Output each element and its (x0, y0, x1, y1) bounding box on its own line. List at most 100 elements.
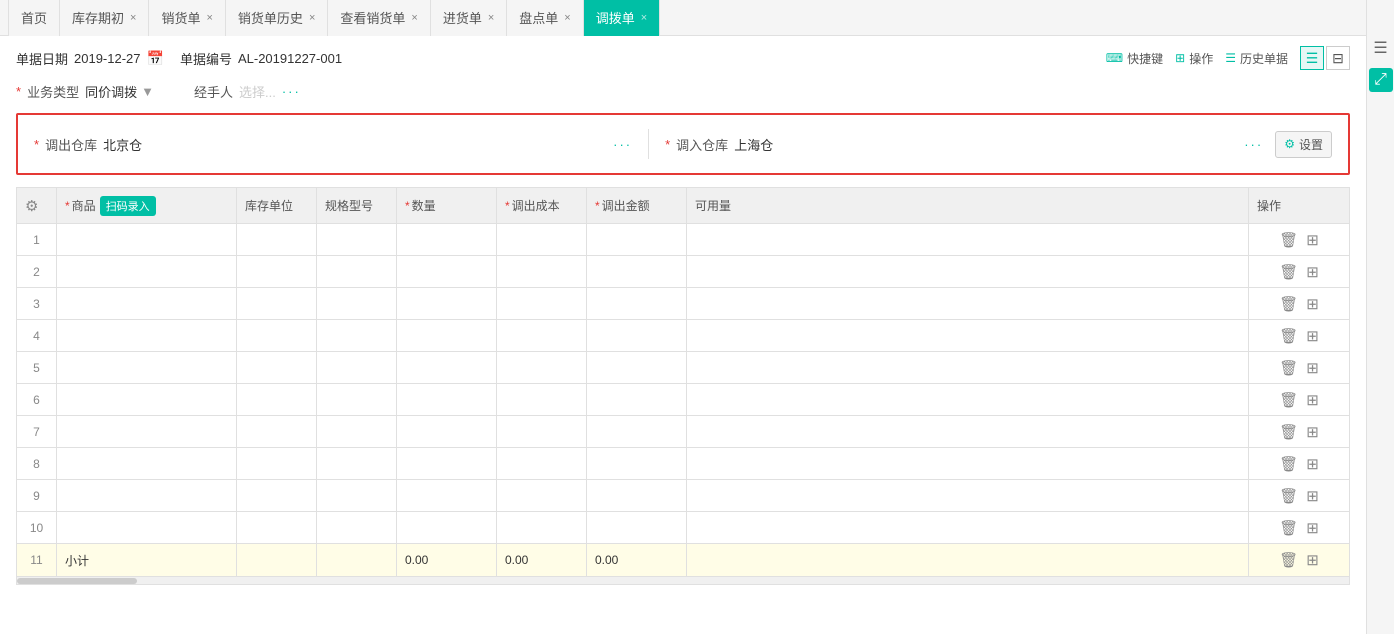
layout-btn-grid[interactable]: ⊟ (1326, 46, 1350, 70)
copy-icon[interactable]: ⊞ (1306, 487, 1319, 505)
biz-type-select[interactable]: 同价调拨 ▼ (85, 82, 154, 101)
row-3-cost[interactable] (497, 288, 587, 319)
handler-input[interactable]: 选择... (239, 82, 276, 101)
row-11-available[interactable] (687, 544, 1249, 576)
row-7-spec[interactable] (317, 416, 397, 447)
copy-icon[interactable]: ⊞ (1306, 231, 1319, 249)
row-5-amount[interactable] (587, 352, 687, 383)
row-4-spec[interactable] (317, 320, 397, 351)
tab-inventory-count-close[interactable]: × (564, 12, 570, 24)
handler-more-btn[interactable]: ··· (282, 84, 301, 99)
row-5-product[interactable] (57, 352, 237, 383)
row-8-quantity[interactable] (397, 448, 497, 479)
row-7-unit[interactable] (237, 416, 317, 447)
row-8-amount[interactable] (587, 448, 687, 479)
row-7-product[interactable] (57, 416, 237, 447)
delete-icon[interactable]: 🗑 (1279, 551, 1298, 569)
tab-view-sales[interactable]: 查看销货单 × (328, 0, 430, 36)
row-4-product[interactable] (57, 320, 237, 351)
row-9-quantity[interactable] (397, 480, 497, 511)
row-10-available[interactable] (687, 512, 1249, 543)
row-6-available[interactable] (687, 384, 1249, 415)
row-1-cost[interactable] (497, 224, 587, 255)
settings-button[interactable]: ⚙ 设置 (1275, 131, 1332, 158)
tab-sales-history-close[interactable]: × (309, 12, 315, 24)
row-7-cost[interactable] (497, 416, 587, 447)
ops-action[interactable]: ⊞ 操作 (1175, 50, 1213, 67)
delete-icon[interactable]: 🗑 (1279, 455, 1298, 473)
table-gear-icon[interactable]: ⚙ (25, 197, 38, 215)
row-6-quantity[interactable] (397, 384, 497, 415)
tab-inventory-init[interactable]: 库存期初 × (60, 0, 149, 36)
sidebar-expand-icon[interactable]: ⤢ (1369, 68, 1393, 92)
copy-icon[interactable]: ⊞ (1306, 327, 1319, 345)
row-9-unit[interactable] (237, 480, 317, 511)
delete-icon[interactable]: 🗑 (1279, 423, 1298, 441)
row-4-available[interactable] (687, 320, 1249, 351)
row-3-available[interactable] (687, 288, 1249, 319)
row-1-amount[interactable] (587, 224, 687, 255)
delete-icon[interactable]: 🗑 (1279, 487, 1298, 505)
row-4-unit[interactable] (237, 320, 317, 351)
row-11-unit[interactable] (237, 544, 317, 576)
delete-icon[interactable]: 🗑 (1279, 359, 1298, 377)
row-4-amount[interactable] (587, 320, 687, 351)
row-1-spec[interactable] (317, 224, 397, 255)
tab-inventory-init-close[interactable]: × (130, 12, 136, 24)
row-5-quantity[interactable] (397, 352, 497, 383)
row-7-available[interactable] (687, 416, 1249, 447)
delete-icon[interactable]: 🗑 (1279, 327, 1298, 345)
row-3-quantity[interactable] (397, 288, 497, 319)
row-10-cost[interactable] (497, 512, 587, 543)
row-10-spec[interactable] (317, 512, 397, 543)
copy-icon[interactable]: ⊞ (1306, 359, 1319, 377)
row-5-spec[interactable] (317, 352, 397, 383)
row-10-unit[interactable] (237, 512, 317, 543)
shortcuts-action[interactable]: ⌨ 快捷键 (1106, 50, 1163, 67)
copy-icon[interactable]: ⊞ (1306, 551, 1319, 569)
tab-purchase-order-close[interactable]: × (488, 12, 494, 24)
in-warehouse-more-btn[interactable]: ··· (1244, 137, 1263, 152)
scan-button[interactable]: 扫码录入 (100, 196, 156, 216)
row-6-unit[interactable] (237, 384, 317, 415)
row-1-product[interactable] (57, 224, 237, 255)
history-action[interactable]: ☰ 历史单据 (1225, 50, 1288, 67)
calendar-icon[interactable]: 📅 (147, 50, 164, 67)
row-8-unit[interactable] (237, 448, 317, 479)
delete-icon[interactable]: 🗑 (1279, 391, 1298, 409)
copy-icon[interactable]: ⊞ (1306, 455, 1319, 473)
tab-view-sales-close[interactable]: × (411, 12, 417, 24)
delete-icon[interactable]: 🗑 (1279, 519, 1298, 537)
row-3-product[interactable] (57, 288, 237, 319)
row-4-cost[interactable] (497, 320, 587, 351)
row-10-product[interactable] (57, 512, 237, 543)
tab-transfer-order-close[interactable]: × (641, 12, 647, 24)
delete-icon[interactable]: 🗑 (1279, 231, 1298, 249)
tab-sales-order[interactable]: 销货单 × (149, 0, 225, 36)
row-2-spec[interactable] (317, 256, 397, 287)
tab-home[interactable]: 首页 (8, 0, 60, 36)
row-8-cost[interactable] (497, 448, 587, 479)
copy-icon[interactable]: ⊞ (1306, 263, 1319, 281)
row-6-spec[interactable] (317, 384, 397, 415)
out-warehouse-more-btn[interactable]: ··· (613, 137, 632, 152)
row-5-unit[interactable] (237, 352, 317, 383)
row-4-quantity[interactable] (397, 320, 497, 351)
row-11-spec[interactable] (317, 544, 397, 576)
row-3-spec[interactable] (317, 288, 397, 319)
row-2-unit[interactable] (237, 256, 317, 287)
row-1-unit[interactable] (237, 224, 317, 255)
row-9-product[interactable] (57, 480, 237, 511)
layout-btn-list[interactable]: ☰ (1300, 46, 1324, 70)
row-6-cost[interactable] (497, 384, 587, 415)
row-2-available[interactable] (687, 256, 1249, 287)
delete-icon[interactable]: 🗑 (1279, 295, 1298, 313)
row-1-available[interactable] (687, 224, 1249, 255)
row-2-product[interactable] (57, 256, 237, 287)
row-6-product[interactable] (57, 384, 237, 415)
row-2-amount[interactable] (587, 256, 687, 287)
copy-icon[interactable]: ⊞ (1306, 519, 1319, 537)
row-9-spec[interactable] (317, 480, 397, 511)
row-9-cost[interactable] (497, 480, 587, 511)
row-5-cost[interactable] (497, 352, 587, 383)
